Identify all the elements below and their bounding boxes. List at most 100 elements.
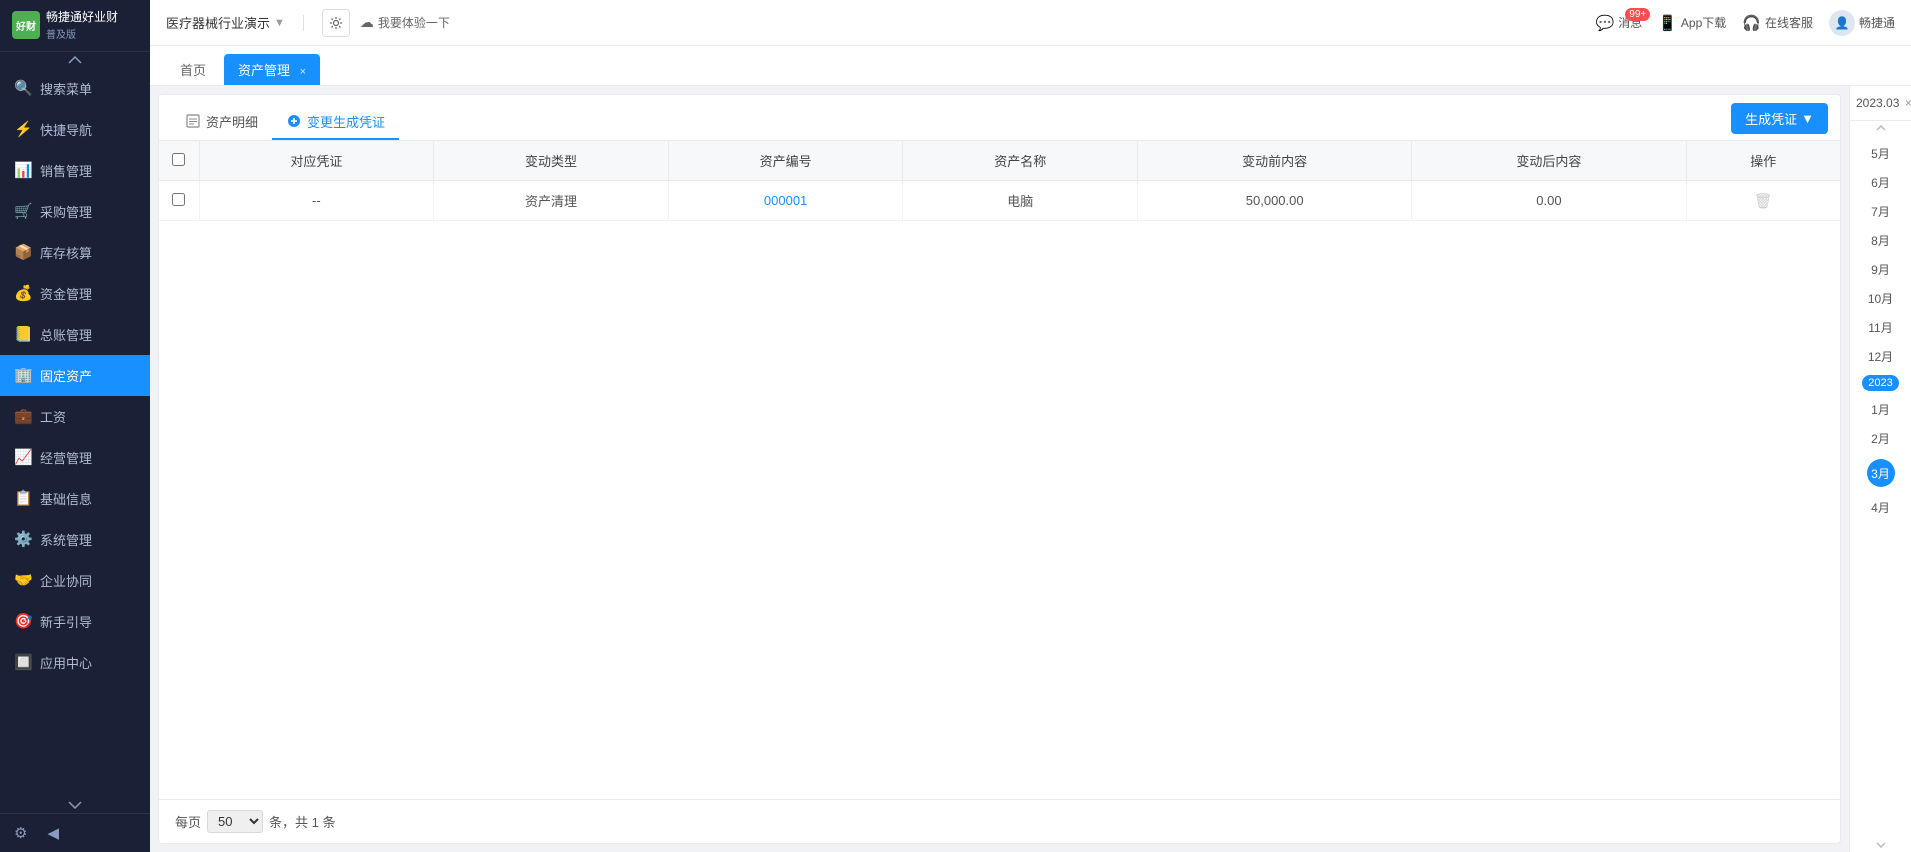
calendar-close-button[interactable]: ×	[1899, 94, 1911, 112]
tab-home[interactable]: 首页	[166, 54, 220, 85]
table-row: -- 资产清理 000001 电脑 50,000.00 0.00 🗑	[159, 181, 1840, 221]
tab-home-label: 首页	[180, 63, 206, 78]
search-icon: 🔍	[14, 79, 32, 97]
sub-tab-change-voucher-label: 变更生成凭证	[307, 112, 385, 131]
calendar-prev-button[interactable]	[1850, 121, 1911, 135]
system-icon: ⚙️	[14, 530, 32, 548]
calendar-panel: 2023.03 × ⤢ 5月 6月 7月 8月 9月 10月 11月 12月 2	[1849, 86, 1911, 852]
tab-close-icon[interactable]: ×	[300, 66, 306, 78]
avatar: 👤	[1829, 10, 1855, 36]
sidebar-item-funds[interactable]: 💰 资金管理	[0, 273, 150, 314]
sidebar-bottom: ⚙ ◀	[0, 813, 150, 852]
row-before-change: 50,000.00	[1138, 181, 1412, 221]
download-icon: 📱	[1658, 14, 1677, 32]
sidebar-item-label: 应用中心	[40, 653, 92, 672]
sidebar-item-label: 快捷导航	[40, 120, 92, 139]
sidebar-item-cooperation[interactable]: 🤝 企业协同	[0, 560, 150, 601]
sidebar-item-label: 采购管理	[40, 202, 92, 221]
sidebar-scroll-up[interactable]	[0, 52, 150, 68]
experience-icon: ☁	[360, 14, 374, 31]
per-page-label: 每页	[175, 812, 201, 831]
sidebar-item-ledger[interactable]: 📒 总账管理	[0, 314, 150, 355]
inventory-icon: 📦	[14, 243, 32, 261]
messages-button[interactable]: 💬 消息 99+	[1596, 14, 1643, 32]
calendar-title: 2023.03	[1856, 96, 1899, 110]
asset-code-link[interactable]: 000001	[764, 193, 807, 208]
calendar-month-5[interactable]: 5月	[1850, 139, 1911, 168]
row-asset-name: 电脑	[903, 181, 1138, 221]
row-operation: 🗑	[1686, 181, 1840, 221]
calendar-month-7[interactable]: 7月	[1850, 197, 1911, 226]
sidebar-item-app-center[interactable]: 🔲 应用中心	[0, 642, 150, 683]
sidebar-item-salary[interactable]: 💼 工资	[0, 396, 150, 437]
sidebar-scroll-down[interactable]	[0, 797, 150, 813]
company-name: 医疗器械行业演示	[166, 13, 270, 32]
th-asset-code: 资产编号	[668, 141, 903, 181]
settings-icon[interactable]: ⚙	[14, 824, 27, 842]
sidebar-item-system[interactable]: ⚙️ 系统管理	[0, 519, 150, 560]
avatar-icon: 👤	[1835, 16, 1850, 30]
company-selector[interactable]: 医疗器械行业演示 ▼	[166, 13, 285, 32]
sidebar-item-label: 企业协同	[40, 571, 92, 590]
logo-icon: 好财	[12, 11, 40, 39]
sidebar-item-sales[interactable]: 📊 销售管理	[0, 150, 150, 191]
calendar-month-6[interactable]: 6月	[1850, 168, 1911, 197]
row-change-type: 资产清理	[434, 181, 669, 221]
total-label: 条，共 1 条	[269, 812, 335, 831]
settings-button[interactable]	[322, 9, 350, 37]
calendar-header-buttons: × ⤢	[1899, 94, 1911, 112]
sidebar-item-quick-nav[interactable]: ⚡ 快捷导航	[0, 109, 150, 150]
sidebar-item-guide[interactable]: 🎯 新手引导	[0, 601, 150, 642]
logo-subtitle: 普及版	[46, 26, 118, 41]
row-checkbox[interactable]	[172, 193, 185, 206]
online-service-button[interactable]: 🎧 在线客服	[1742, 14, 1813, 32]
app-download-button[interactable]: 📱 App下载	[1658, 14, 1726, 32]
sidebar-item-label: 基础信息	[40, 489, 92, 508]
calendar-next-button[interactable]	[1850, 838, 1911, 852]
collapse-icon[interactable]: ◀	[47, 824, 59, 842]
purchase-icon: 🛒	[14, 202, 32, 220]
sidebar-item-inventory[interactable]: 📦 库存核算	[0, 232, 150, 273]
sub-tab-asset-detail[interactable]: 资产明细	[171, 105, 272, 140]
calendar-month-2[interactable]: 2月	[1850, 424, 1911, 453]
page-size-select[interactable]: 50 10 20 100	[207, 810, 263, 833]
sidebar-logo: 好财 畅捷通好业财 普及版	[0, 0, 150, 52]
sidebar-item-operations[interactable]: 📈 经营管理	[0, 437, 150, 478]
online-service-label: 在线客服	[1765, 14, 1813, 31]
calendar-active-month-container: 3月	[1850, 453, 1911, 493]
sidebar-item-fixed-assets[interactable]: 🏢 固定资产	[0, 355, 150, 396]
topbar-right: 💬 消息 99+ 📱 App下载 🎧 在线客服 👤 畅捷通	[1596, 10, 1895, 36]
calendar-month-4[interactable]: 4月	[1850, 493, 1911, 522]
sidebar-item-label: 系统管理	[40, 530, 92, 549]
sidebar-item-basic-info[interactable]: 📋 基础信息	[0, 478, 150, 519]
sidebar: 好财 畅捷通好业财 普及版 🔍 搜索菜单 ⚡ 快捷导航 📊 销售管理 🛒 采购管…	[0, 0, 150, 852]
calendar-month-11[interactable]: 11月	[1850, 313, 1911, 342]
calendar-month-10[interactable]: 10月	[1850, 284, 1911, 313]
operations-icon: 📈	[14, 448, 32, 466]
gear-icon	[329, 16, 343, 30]
sidebar-item-search[interactable]: 🔍 搜索菜单	[0, 68, 150, 109]
calendar-month-9[interactable]: 9月	[1850, 255, 1911, 284]
logo-title: 畅捷通好业财	[46, 10, 118, 26]
calendar-month-3-active[interactable]: 3月	[1867, 459, 1895, 487]
experience-label: 我要体验一下	[378, 14, 450, 31]
tab-asset-management[interactable]: 资产管理 ×	[224, 54, 320, 85]
nav-tabs: 首页 资产管理 ×	[150, 46, 1911, 86]
th-operation: 操作	[1686, 141, 1840, 181]
sales-icon: 📊	[14, 161, 32, 179]
calendar-month-12[interactable]: 12月	[1850, 342, 1911, 371]
select-all-checkbox[interactable]	[172, 153, 185, 166]
topbar-divider	[303, 15, 304, 31]
calendar-month-8[interactable]: 8月	[1850, 226, 1911, 255]
asset-detail-icon	[185, 113, 201, 129]
calendar-year-2023: 2023	[1856, 375, 1905, 391]
sub-tab-change-voucher[interactable]: 变更生成凭证	[272, 105, 399, 140]
generate-voucher-button[interactable]: 生成凭证 ▼	[1731, 103, 1828, 134]
experience-button[interactable]: ☁ 我要体验一下	[360, 14, 450, 31]
sidebar-item-purchase[interactable]: 🛒 采购管理	[0, 191, 150, 232]
user-menu[interactable]: 👤 畅捷通	[1829, 10, 1895, 36]
delete-button[interactable]: 🗑	[1754, 193, 1773, 210]
logo-text-container: 畅捷通好业财 普及版	[46, 10, 118, 41]
calendar-month-1[interactable]: 1月	[1850, 395, 1911, 424]
content-area: 资产明细 变更生成凭证 生成凭证 ▼	[150, 86, 1911, 852]
